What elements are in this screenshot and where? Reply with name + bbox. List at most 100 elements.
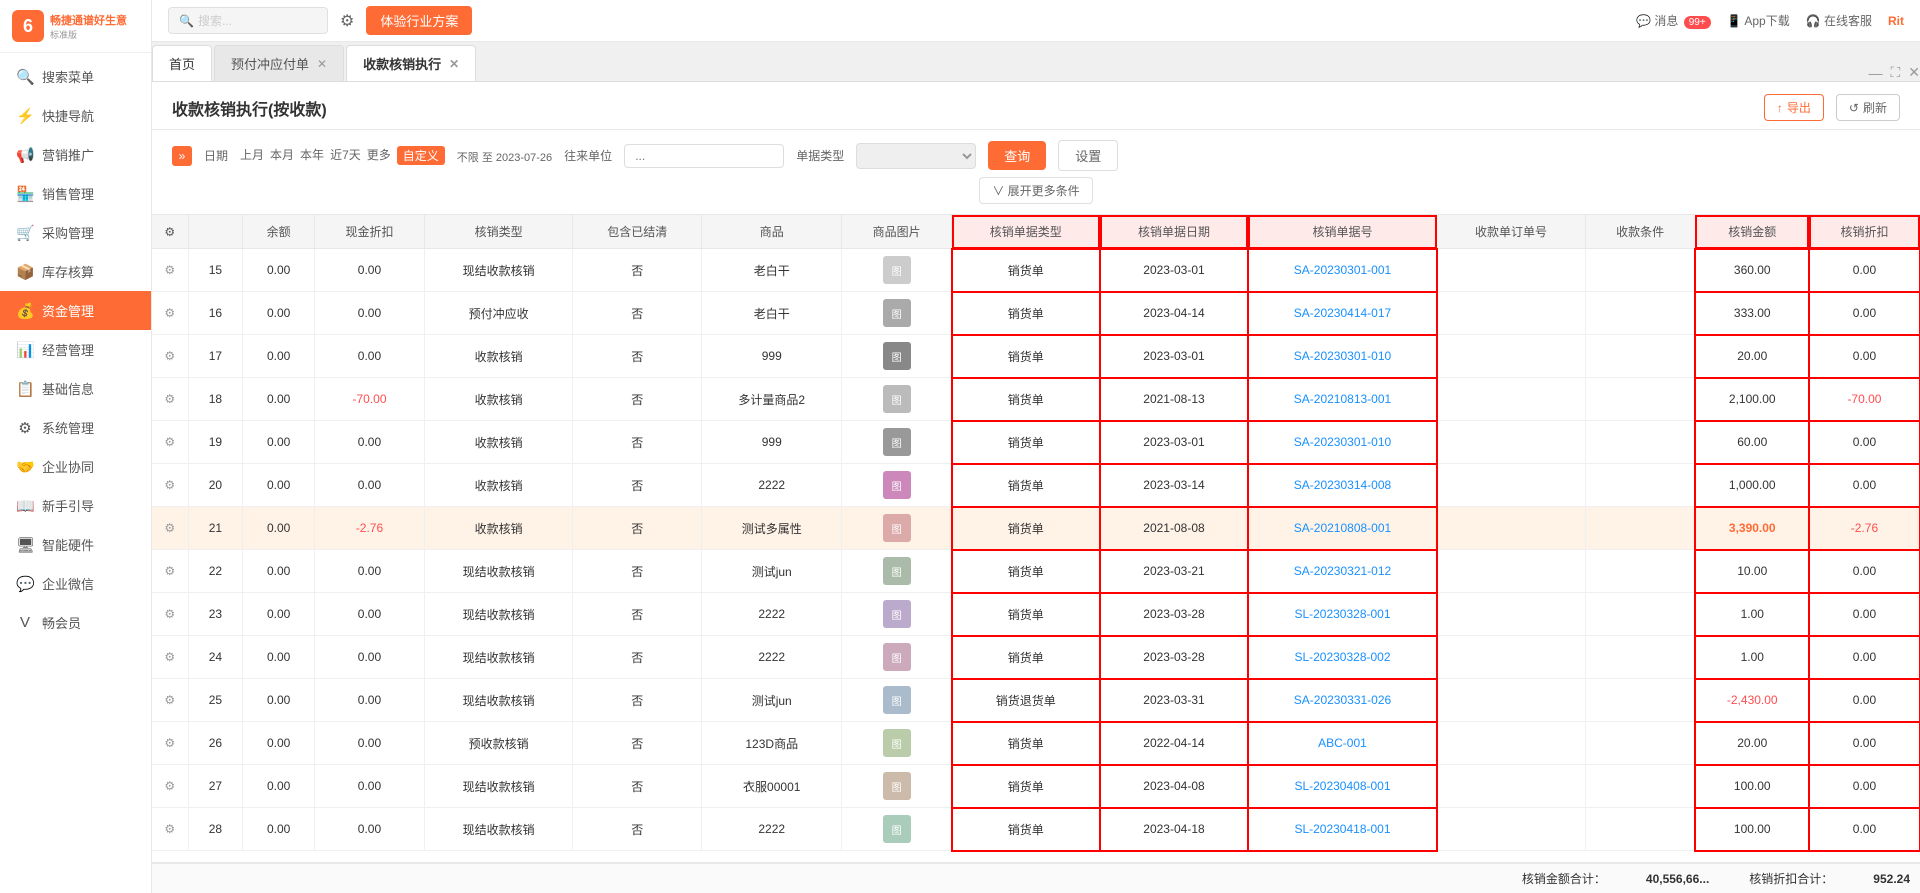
filter-expand-button[interactable]: » bbox=[172, 146, 192, 166]
cell-gear[interactable]: ⚙ bbox=[152, 593, 188, 636]
filter-settings-button[interactable]: 设置 bbox=[1058, 140, 1118, 171]
tab-prepay-close[interactable]: ✕ bbox=[317, 57, 327, 71]
cell-gear[interactable]: ⚙ bbox=[152, 550, 188, 593]
export-button[interactable]: ↑ 导出 bbox=[1764, 94, 1824, 121]
sidebar-item-label: 经营管理 bbox=[42, 340, 94, 359]
sidebar-item-purchase[interactable]: 🛒采购管理 bbox=[0, 213, 151, 252]
cell-cancel-bill-no[interactable]: SL-20230418-001 bbox=[1248, 808, 1437, 851]
tab-collection-close[interactable]: ✕ bbox=[449, 57, 459, 71]
cell-gear[interactable]: ⚙ bbox=[152, 636, 188, 679]
purchase-icon: 🛒 bbox=[16, 224, 34, 242]
sidebar-item-inventory[interactable]: 📦库存核算 bbox=[0, 252, 151, 291]
date-this-month[interactable]: 本月 bbox=[270, 146, 294, 165]
cell-cancel-bill-no[interactable]: SA-20230301-010 bbox=[1248, 335, 1437, 378]
sidebar-item-marketing[interactable]: 📢营销推广 bbox=[0, 135, 151, 174]
cell-cancel-bill-type: 销货单 bbox=[952, 550, 1100, 593]
table-body: ⚙ 15 0.00 0.00 现结收款核销 否 老白干 图 销货单 2023-0… bbox=[152, 249, 1920, 851]
messages-btn[interactable]: 💬 消息 99+ bbox=[1636, 12, 1711, 29]
cell-collection-order-no bbox=[1437, 507, 1585, 550]
cell-seq: 18 bbox=[188, 378, 243, 421]
cell-cancel-bill-no[interactable]: ABC-001 bbox=[1248, 722, 1437, 765]
settings-icon[interactable]: ⚙ bbox=[340, 11, 354, 31]
cell-include-settled: 否 bbox=[573, 378, 702, 421]
sidebar-item-operations[interactable]: 📊经营管理 bbox=[0, 330, 151, 369]
date-7days[interactable]: 近7天 bbox=[330, 146, 361, 165]
cell-gear[interactable]: ⚙ bbox=[152, 421, 188, 464]
cell-cancel-bill-no[interactable]: SA-20230321-012 bbox=[1248, 550, 1437, 593]
cell-goods-img: 图 bbox=[842, 550, 952, 593]
cell-cancel-bill-type: 销货单 bbox=[952, 722, 1100, 765]
cell-cancel-bill-date: 2023-03-28 bbox=[1100, 593, 1248, 636]
date-custom[interactable]: 自定义 bbox=[397, 146, 445, 165]
cell-collection-order-no bbox=[1437, 378, 1585, 421]
sidebar-item-quick-nav[interactable]: ⚡快捷导航 bbox=[0, 96, 151, 135]
industry-solution-button[interactable]: 体验行业方案 bbox=[366, 6, 472, 35]
th-settings[interactable]: ⚙ bbox=[152, 215, 188, 249]
global-search-bar[interactable]: 🔍 搜索... bbox=[168, 7, 328, 34]
cell-gear[interactable]: ⚙ bbox=[152, 679, 188, 722]
date-last-month[interactable]: 上月 bbox=[240, 146, 264, 165]
cell-cancel-bill-no[interactable]: SL-20230328-002 bbox=[1248, 636, 1437, 679]
wechat-icon: 💬 bbox=[16, 575, 34, 593]
cell-goods: 2222 bbox=[702, 808, 842, 851]
cell-cancel-bill-no[interactable]: SL-20230408-001 bbox=[1248, 765, 1437, 808]
cell-goods-img: 图 bbox=[842, 722, 952, 765]
cell-cancel-discount: 0.00 bbox=[1809, 464, 1919, 507]
cell-include-settled: 否 bbox=[573, 722, 702, 765]
cell-gear[interactable]: ⚙ bbox=[152, 722, 188, 765]
sidebar-item-funds[interactable]: 💰资金管理 bbox=[0, 291, 151, 330]
cell-gear[interactable]: ⚙ bbox=[152, 507, 188, 550]
expand-more-conditions-btn[interactable]: ∨ 展开更多条件 bbox=[979, 177, 1092, 204]
cell-cancel-bill-no[interactable]: SA-20230331-026 bbox=[1248, 679, 1437, 722]
cell-gear[interactable]: ⚙ bbox=[152, 249, 188, 292]
cell-cash-discount: 0.00 bbox=[314, 292, 424, 335]
cell-gear[interactable]: ⚙ bbox=[152, 808, 188, 851]
query-button[interactable]: 查询 bbox=[988, 141, 1046, 170]
cell-cancel-bill-no[interactable]: SA-20230414-017 bbox=[1248, 292, 1437, 335]
cell-gear[interactable]: ⚙ bbox=[152, 464, 188, 507]
sidebar-item-enterprise[interactable]: 🤝企业协同 bbox=[0, 447, 151, 486]
filter-row: » 日期 上月 本月 本年 近7天 更多 自定义 不限 至 2023-07-26… bbox=[172, 140, 1900, 171]
sidebar-item-member[interactable]: V畅会员 bbox=[0, 603, 151, 642]
cell-cancel-bill-no[interactable]: SA-20230301-010 bbox=[1248, 421, 1437, 464]
date-this-year[interactable]: 本年 bbox=[300, 146, 324, 165]
refresh-button[interactable]: ↺ 刷新 bbox=[1836, 94, 1900, 121]
window-close-btn[interactable]: ✕ bbox=[1908, 64, 1920, 81]
cell-cancel-bill-no[interactable]: SA-20230301-001 bbox=[1248, 249, 1437, 292]
cell-gear[interactable]: ⚙ bbox=[152, 335, 188, 378]
cell-gear[interactable]: ⚙ bbox=[152, 765, 188, 808]
cell-cancel-bill-no[interactable]: SA-20210808-001 bbox=[1248, 507, 1437, 550]
sidebar-item-smart-hw[interactable]: 🖥智能硬件 bbox=[0, 525, 151, 564]
cell-gear[interactable]: ⚙ bbox=[152, 378, 188, 421]
cell-cancel-bill-no[interactable]: SL-20230328-001 bbox=[1248, 593, 1437, 636]
sidebar-item-wechat[interactable]: 💬企业微信 bbox=[0, 564, 151, 603]
tab-collection[interactable]: 收款核销执行 ✕ bbox=[346, 45, 476, 81]
sidebar-item-guide[interactable]: 📖新手引导 bbox=[0, 486, 151, 525]
date-more[interactable]: 更多 bbox=[367, 146, 391, 165]
th-cancel-bill-no: 核销单据号 bbox=[1248, 215, 1437, 249]
sidebar-item-sales[interactable]: 🏪销售管理 bbox=[0, 174, 151, 213]
tab-home[interactable]: 首页 bbox=[152, 45, 212, 81]
from-unit-input[interactable] bbox=[624, 144, 784, 168]
sidebar-item-system[interactable]: ⚙系统管理 bbox=[0, 408, 151, 447]
online-service-btn[interactable]: 🎧 在线客服 bbox=[1806, 12, 1872, 29]
cell-include-settled: 否 bbox=[573, 421, 702, 464]
cell-seq: 15 bbox=[188, 249, 243, 292]
cell-cancel-bill-no[interactable]: SA-20210813-001 bbox=[1248, 378, 1437, 421]
cell-cancel-bill-type: 销货单 bbox=[952, 636, 1100, 679]
table-row: ⚙ 26 0.00 0.00 预收款核销 否 123D商品 图 销货单 2022… bbox=[152, 722, 1920, 765]
user-avatar[interactable]: Rit bbox=[1888, 14, 1904, 28]
cell-gear[interactable]: ⚙ bbox=[152, 292, 188, 335]
cell-cancel-bill-no[interactable]: SA-20230314-008 bbox=[1248, 464, 1437, 507]
tab-prepay[interactable]: 预付冲应付单 ✕ bbox=[214, 45, 344, 81]
sidebar-item-basic-info[interactable]: 📋基础信息 bbox=[0, 369, 151, 408]
sidebar-item-search[interactable]: 🔍搜索菜单 bbox=[0, 57, 151, 96]
cell-cancel-bill-date: 2023-03-14 bbox=[1100, 464, 1248, 507]
app-logo-icon: 6 bbox=[12, 10, 44, 42]
app-download-btn[interactable]: 📱 App下载 bbox=[1727, 12, 1790, 29]
table-row: ⚙ 25 0.00 0.00 现结收款核销 否 测试jun 图 销货退货单 20… bbox=[152, 679, 1920, 722]
window-maximize-btn[interactable]: ⛶ bbox=[1890, 64, 1900, 81]
window-minimize-btn[interactable]: — bbox=[1868, 65, 1882, 81]
single-type-select[interactable] bbox=[856, 143, 976, 169]
cell-cancel-discount: 0.00 bbox=[1809, 679, 1919, 722]
